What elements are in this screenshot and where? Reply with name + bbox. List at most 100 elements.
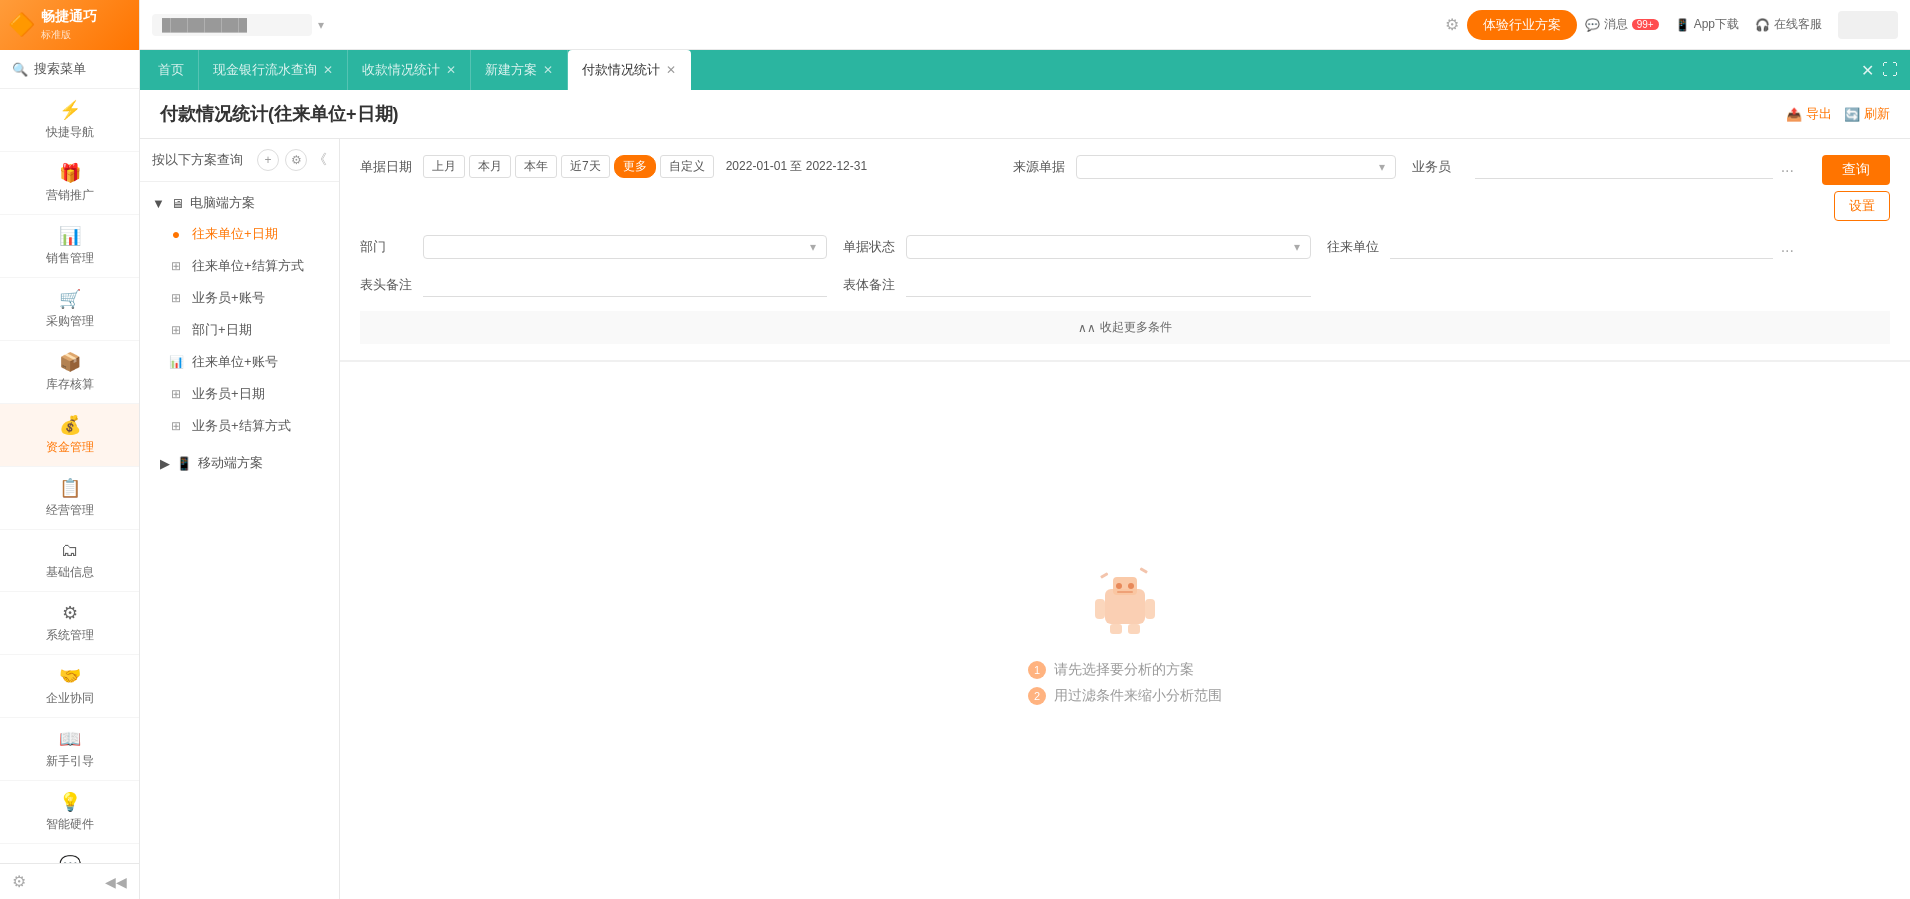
- export-button[interactable]: 📤 导出: [1786, 105, 1832, 123]
- topbar-dropdown-icon[interactable]: ▾: [318, 18, 324, 32]
- sidebar-item-inventory[interactable]: 📦 库存核算: [0, 341, 139, 404]
- scheme-item-label: 业务员+结算方式: [192, 417, 291, 435]
- scheme-item-label: 往来单位+结算方式: [192, 257, 304, 275]
- filter-status-select[interactable]: ▾: [906, 235, 1310, 259]
- sidebar-search[interactable]: 🔍 搜索菜单: [0, 50, 139, 89]
- scheme-item-dept-date[interactable]: ⊞ 部门+日期: [140, 314, 339, 346]
- tab-new-scheme[interactable]: 新建方案 ✕: [471, 50, 568, 90]
- basic-icon: 🗂: [61, 540, 79, 561]
- topbar-address: ██████████ ▾: [152, 14, 1429, 36]
- tab-receipt-stats[interactable]: 收款情况统计 ✕: [348, 50, 471, 90]
- user-avatar[interactable]: [1838, 11, 1898, 39]
- filter-dept-select[interactable]: ▾: [423, 235, 827, 259]
- sidebar-item-guide[interactable]: 📖 新手引导: [0, 718, 139, 781]
- hardware-icon: 💡: [59, 791, 81, 813]
- filter-partner-input[interactable]: [1390, 235, 1773, 259]
- mobile-group-icon: 📱: [176, 456, 192, 471]
- scheme-item-staff-settle[interactable]: ⊞ 业务员+结算方式: [140, 410, 339, 442]
- sidebar-item-sales[interactable]: 📊 销售管理: [0, 215, 139, 278]
- sidebar-search-label: 搜索菜单: [34, 60, 86, 78]
- desktop-group-header[interactable]: ▼ 🖥 电脑端方案: [140, 188, 339, 218]
- refresh-button[interactable]: 🔄 刷新: [1844, 105, 1890, 123]
- sidebar-settings-icon[interactable]: ⚙: [12, 872, 26, 891]
- date-btn-this-month[interactable]: 本月: [469, 155, 511, 178]
- filter-row-1: 单据日期 上月 本月 本年 近7天 更多 自定义 2022-01-01 至 20…: [360, 155, 1890, 221]
- sidebar: 🔶 畅捷通巧 标准版 🔍 搜索菜单 ⚡ 快捷导航 🎁 营销推广 📊 销售管理 🛒…: [0, 0, 140, 899]
- left-panel-collapse-button[interactable]: 《: [313, 151, 327, 169]
- tab-receipt-close[interactable]: ✕: [446, 63, 456, 77]
- filter-note-body-item: 表体备注: [843, 273, 1310, 297]
- scheme-item-staff-date[interactable]: ⊞ 业务员+日期: [140, 378, 339, 410]
- filter-staff-input[interactable]: [1475, 155, 1773, 179]
- sidebar-item-label: 经营管理: [46, 502, 94, 519]
- sidebar-item-label: 采购管理: [46, 313, 94, 330]
- filter-dept-item: 部门 ▾: [360, 235, 827, 259]
- tab-home[interactable]: 首页: [144, 50, 199, 90]
- sidebar-nav: ⚡ 快捷导航 🎁 营销推广 📊 销售管理 🛒 采购管理 📦 库存核算 💰 资金管…: [0, 89, 139, 863]
- scheme-item-partner-account[interactable]: 📊 往来单位+账号: [140, 346, 339, 378]
- service-label: 在线客服: [1774, 16, 1822, 33]
- svg-point-3: [1128, 583, 1134, 589]
- collapse-more-button[interactable]: ∧∧ 收起更多条件: [360, 311, 1890, 344]
- operation-icon: 📋: [59, 477, 81, 499]
- collapse-more-label: 收起更多条件: [1100, 319, 1172, 336]
- refresh-label: 刷新: [1864, 105, 1890, 123]
- app-download-action[interactable]: 📱 App下载: [1675, 16, 1739, 33]
- refresh-icon: 🔄: [1844, 107, 1860, 122]
- marketing-icon: 🎁: [59, 162, 81, 184]
- tab-close-all-icon[interactable]: ✕: [1861, 61, 1874, 80]
- filter-staff-more[interactable]: ...: [1781, 158, 1794, 176]
- filter-note-body-input[interactable]: [906, 273, 1310, 297]
- address-text: ██████████: [152, 14, 312, 36]
- svg-rect-10: [1140, 567, 1148, 574]
- service-icon: 🎧: [1755, 18, 1770, 32]
- sidebar-item-system[interactable]: ⚙ 系统管理: [0, 592, 139, 655]
- sidebar-item-quick-nav[interactable]: ⚡ 快捷导航: [0, 89, 139, 152]
- scheme-item-partner-settle[interactable]: ⊞ 往来单位+结算方式: [140, 250, 339, 282]
- quick-nav-icon: ⚡: [59, 99, 81, 121]
- svg-rect-6: [1145, 599, 1155, 619]
- sidebar-item-marketing[interactable]: 🎁 营销推广: [0, 152, 139, 215]
- sidebar-item-operation[interactable]: 📋 经营管理: [0, 467, 139, 530]
- date-btn-more[interactable]: 更多: [614, 155, 656, 178]
- guide-icon: 📖: [59, 728, 81, 750]
- query-button[interactable]: 查询: [1822, 155, 1890, 185]
- filter-source-select[interactable]: ▾: [1076, 155, 1395, 179]
- app-icon: 📱: [1675, 18, 1690, 32]
- mobile-group-header[interactable]: ▶ 📱 移动端方案: [140, 448, 339, 478]
- tab-payment-stats[interactable]: 付款情况统计 ✕: [568, 50, 691, 90]
- filter-partner-more[interactable]: ...: [1781, 238, 1794, 256]
- trial-button[interactable]: 体验行业方案: [1467, 10, 1577, 40]
- sidebar-item-enterprise[interactable]: 🤝 企业协同: [0, 655, 139, 718]
- tabbar-end: ✕ ⛶: [1861, 61, 1906, 80]
- tab-new-close[interactable]: ✕: [543, 63, 553, 77]
- service-action[interactable]: 🎧 在线客服: [1755, 16, 1822, 33]
- topbar-settings-icon[interactable]: ⚙: [1445, 15, 1459, 34]
- sidebar-item-purchase[interactable]: 🛒 采购管理: [0, 278, 139, 341]
- setting-button[interactable]: 设置: [1834, 191, 1890, 221]
- filter-date-label: 单据日期: [360, 158, 415, 176]
- filter-note-head-input[interactable]: [423, 273, 827, 297]
- tab-payment-close[interactable]: ✕: [666, 63, 676, 77]
- system-icon: ⚙: [62, 602, 78, 624]
- scheme-item-partner-date[interactable]: ● 往来单位+日期: [140, 218, 339, 250]
- scheme-item-staff-account[interactable]: ⊞ 业务员+账号: [140, 282, 339, 314]
- add-scheme-button[interactable]: +: [257, 149, 279, 171]
- left-panel-actions: + ⚙ 《: [257, 149, 327, 171]
- date-btn-7days[interactable]: 近7天: [561, 155, 610, 178]
- sidebar-item-basic[interactable]: 🗂 基础信息: [0, 530, 139, 592]
- date-btn-last-month[interactable]: 上月: [423, 155, 465, 178]
- scheme-settings-button[interactable]: ⚙: [285, 149, 307, 171]
- collapse-more-icon: ∧∧: [1078, 321, 1096, 335]
- tab-fullscreen-icon[interactable]: ⛶: [1882, 61, 1898, 79]
- svg-rect-4: [1117, 591, 1133, 593]
- date-btn-this-year[interactable]: 本年: [515, 155, 557, 178]
- sidebar-item-hardware[interactable]: 💡 智能硬件: [0, 781, 139, 844]
- message-action[interactable]: 💬 消息 99+: [1585, 16, 1659, 33]
- tab-bank-close[interactable]: ✕: [323, 63, 333, 77]
- tab-bank[interactable]: 现金银行流水查询 ✕: [199, 50, 348, 90]
- sidebar-collapse-icon[interactable]: ◀◀: [105, 874, 127, 890]
- date-btn-custom[interactable]: 自定义: [660, 155, 714, 178]
- sidebar-item-wechat[interactable]: 💬 企业微信: [0, 844, 139, 863]
- sidebar-item-finance[interactable]: 💰 资金管理: [0, 404, 139, 467]
